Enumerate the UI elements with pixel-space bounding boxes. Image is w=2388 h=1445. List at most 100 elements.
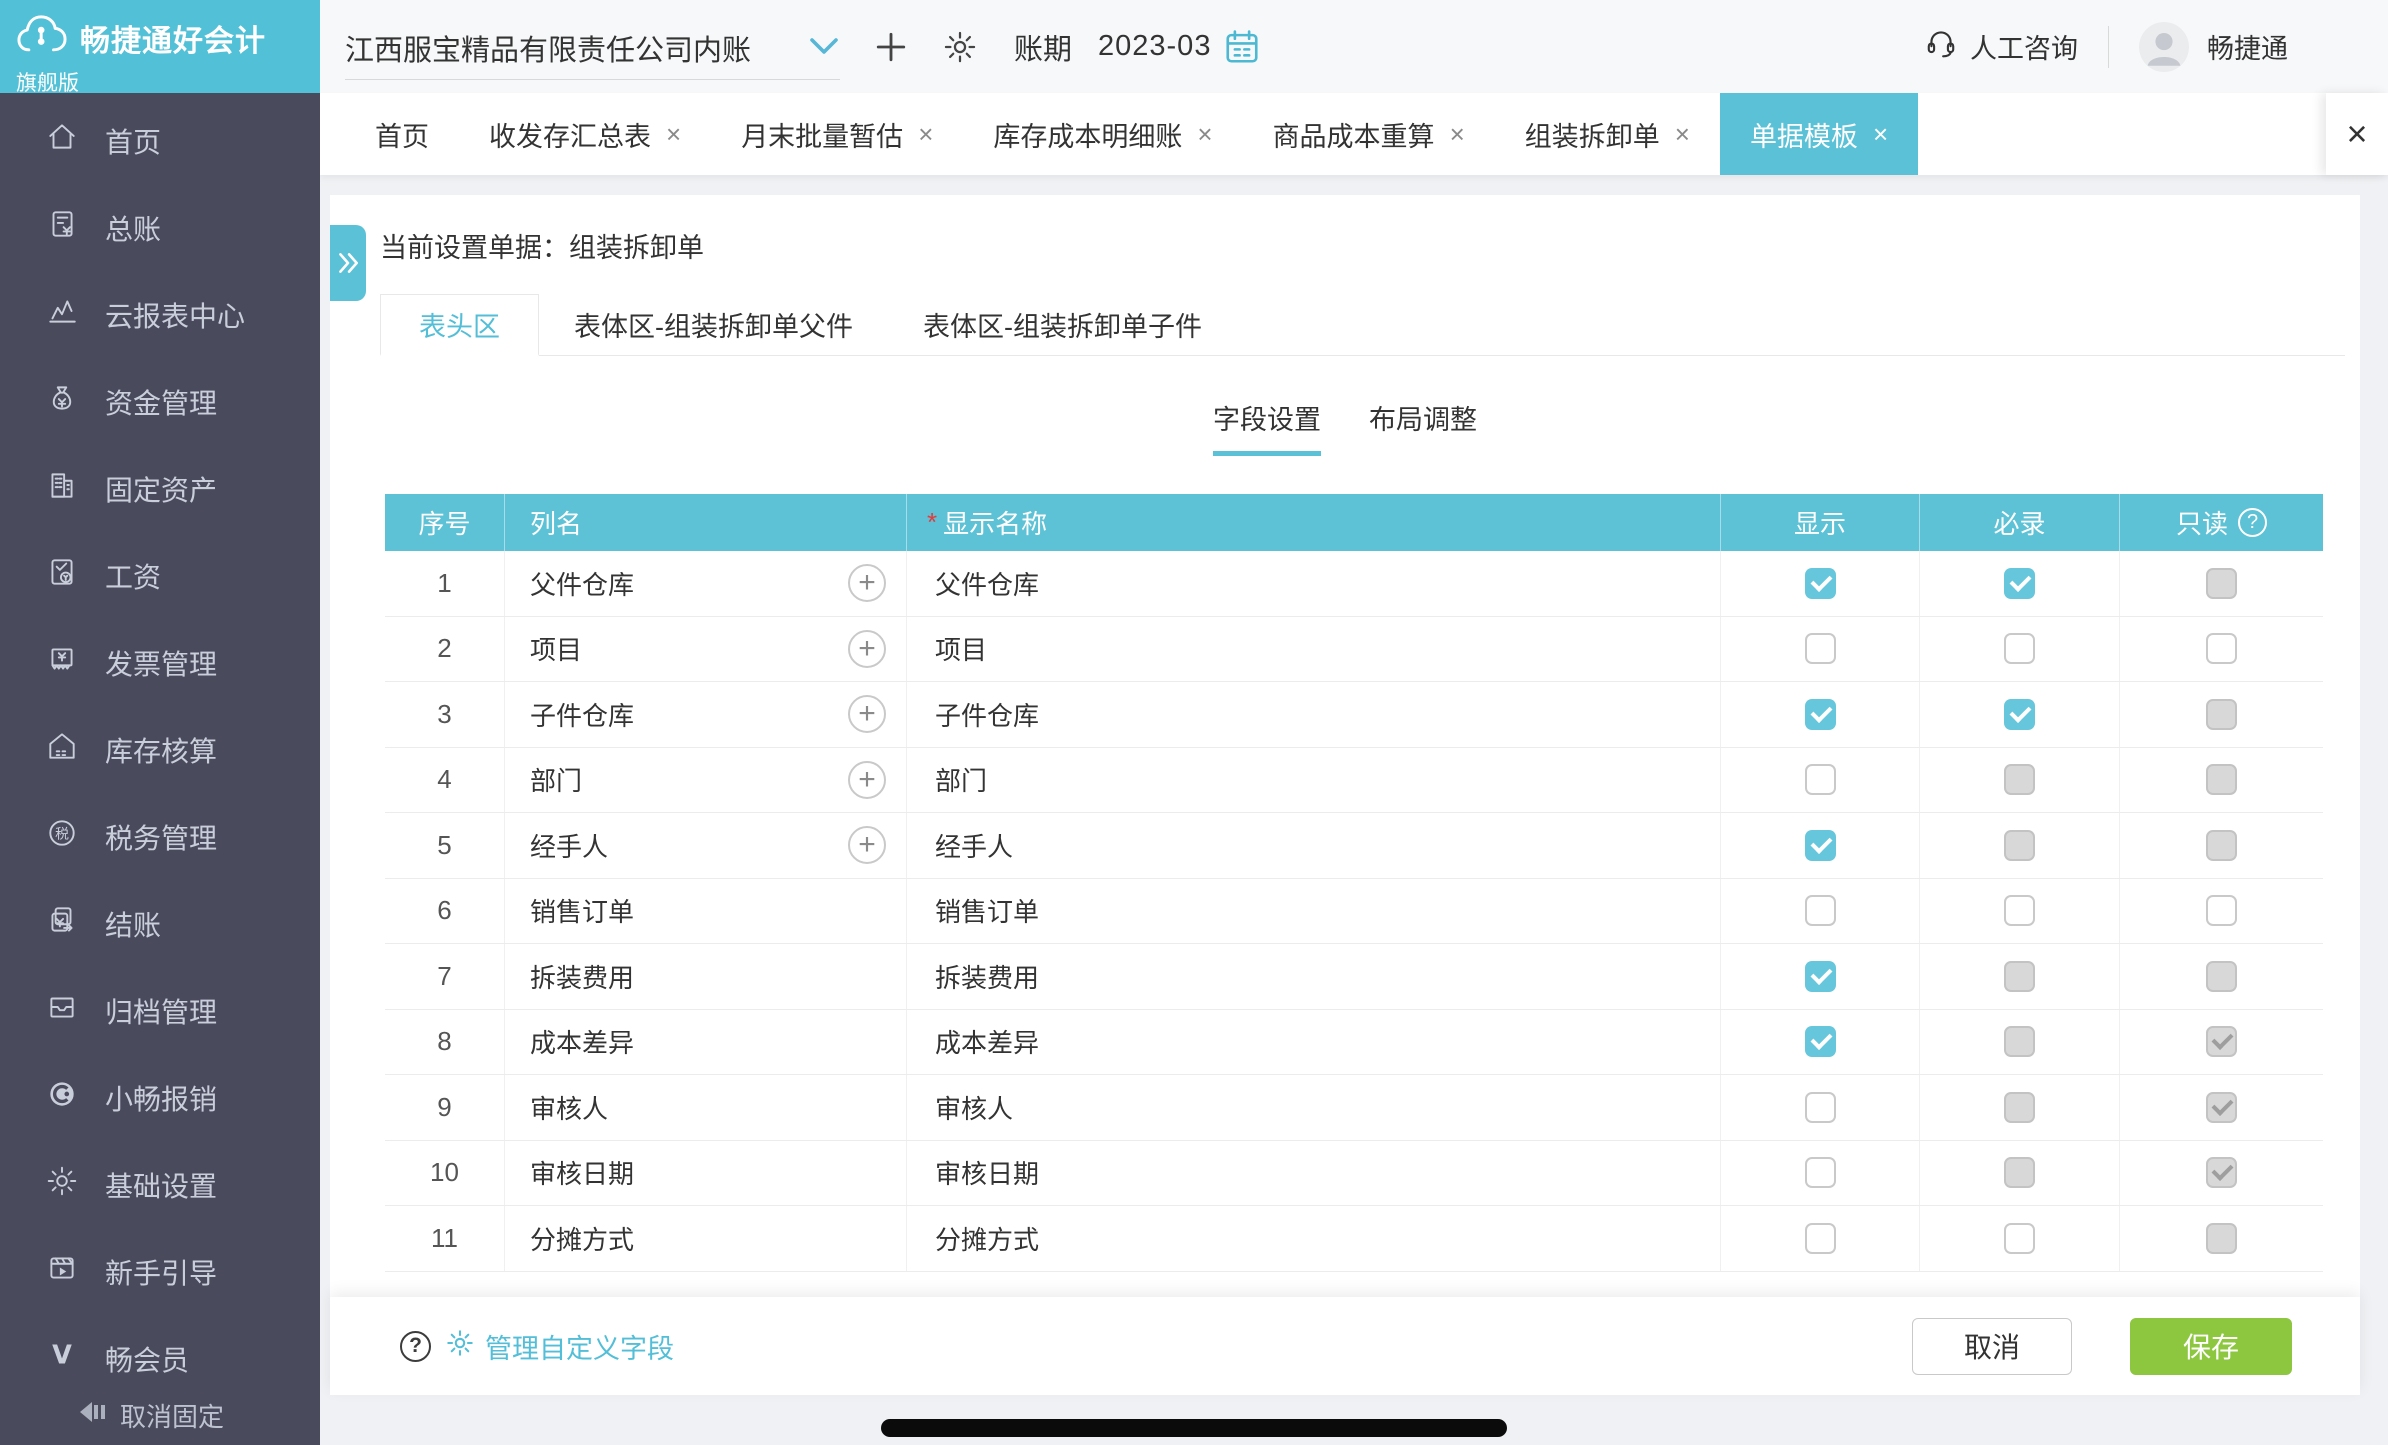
readonly-checkbox[interactable] [2206,1222,2237,1254]
sidebar-item-reimburse[interactable]: 小畅报销 [0,1054,320,1141]
display-name-cell[interactable]: 项目 [907,616,1721,681]
new-account-button[interactable] [874,30,908,64]
tab-body-parent[interactable]: 表体区-组装拆卸单父件 [539,293,888,355]
readonly-checkbox[interactable] [2206,698,2237,730]
settings-gear-icon[interactable] [942,29,978,65]
header-readonly: 只读 ? [2120,494,2323,551]
display-name-cell[interactable]: 分摊方式 [907,1206,1721,1271]
live-support-button[interactable]: 人工咨询 [1924,26,2078,67]
readonly-checkbox[interactable] [2206,1157,2237,1189]
sidebar-item-tax[interactable]: 税 税务管理 [0,793,320,880]
add-field-button[interactable]: + [848,826,886,865]
display-name-cell[interactable]: 审核日期 [907,1140,1721,1205]
required-checkbox[interactable] [2004,633,2035,665]
tab-header-area[interactable]: 表头区 [380,294,539,356]
sidebar-item-inventory[interactable]: 库存核算 [0,706,320,793]
close-tab-icon[interactable]: × [1197,121,1212,147]
display-checkbox[interactable] [1804,567,1836,599]
tab-field-settings[interactable]: 字段设置 [1213,398,1321,456]
sidebar-item-settings[interactable]: 基础设置 [0,1141,320,1228]
close-tab-icon[interactable]: × [918,121,933,147]
sidebar-item-payroll[interactable]: 工资 [0,532,320,619]
company-select[interactable]: 江西服宝精品有限责任公司内账 [345,17,840,80]
avatar[interactable] [2139,21,2189,72]
tab-inout-summary[interactable]: 收发存汇总表 × [459,93,711,175]
sidebar-item-cloud-reports[interactable]: 云报表中心 [0,271,320,358]
required-checkbox[interactable] [2004,567,2035,599]
display-name-cell[interactable]: 拆装费用 [907,944,1721,1009]
display-checkbox[interactable] [1804,895,1836,927]
tab-home[interactable]: 首页 [345,93,459,175]
readonly-checkbox[interactable] [2206,633,2237,665]
tab-inventory-cost-detail[interactable]: 库存成本明细账 × [963,93,1242,175]
required-checkbox[interactable] [2004,764,2035,796]
close-tab-icon[interactable]: × [1450,121,1465,147]
display-checkbox[interactable] [1804,698,1836,730]
cancel-button[interactable]: 取消 [1912,1317,2072,1375]
readonly-checkbox[interactable] [2206,567,2237,599]
display-checkbox[interactable] [1804,829,1836,861]
required-checkbox[interactable] [2004,1026,2035,1058]
display-checkbox[interactable] [1804,764,1836,796]
tab-assembly-order[interactable]: 组装拆卸单 × [1495,93,1720,175]
expand-panel-button[interactable] [330,225,366,301]
readonly-checkbox[interactable] [2206,829,2237,861]
tab-body-child[interactable]: 表体区-组装拆卸单子件 [888,293,1237,355]
required-checkbox[interactable] [2004,1222,2035,1254]
required-checkbox[interactable] [2004,895,2035,927]
display-checkbox[interactable] [1804,1157,1836,1189]
display-name-cell[interactable]: 销售订单 [907,878,1721,943]
close-tab-icon[interactable]: × [1675,121,1690,147]
required-checkbox[interactable] [2004,1157,2035,1189]
display-checkbox[interactable] [1804,960,1836,992]
display-name-cell[interactable]: 子件仓库 [907,682,1721,747]
display-checkbox[interactable] [1804,633,1836,665]
sidebar-item-invoices[interactable]: 发票管理 [0,619,320,706]
sidebar-item-archive[interactable]: 归档管理 [0,967,320,1054]
readonly-checkbox[interactable] [2206,1026,2237,1058]
add-field-button[interactable]: + [848,629,886,668]
add-field-button[interactable]: + [848,564,886,603]
sidebar-item-fixed-assets[interactable]: 固定资产 [0,445,320,532]
sidebar-item-guide[interactable]: 新手引导 [0,1228,320,1315]
tab-label: 收发存汇总表 [489,121,651,152]
sidebar-item-funds[interactable]: 资金管理 [0,358,320,445]
readonly-checkbox[interactable] [2206,764,2237,796]
display-name-cell[interactable]: 成本差异 [907,1009,1721,1074]
add-field-button[interactable]: + [848,695,886,734]
sidebar-item-closing[interactable]: 结账 [0,880,320,967]
tab-cost-recalc[interactable]: 商品成本重算 × [1243,93,1495,175]
display-name-cell[interactable]: 部门 [907,747,1721,812]
display-name-cell[interactable]: 父件仓库 [907,551,1721,616]
required-checkbox[interactable] [2004,829,2035,861]
required-checkbox[interactable] [2004,1091,2035,1123]
tab-month-end-estimate[interactable]: 月末批量暂估 × [711,93,963,175]
tab-document-template[interactable]: 单据模板 × [1719,93,1919,175]
display-checkbox[interactable] [1804,1091,1836,1123]
help-icon[interactable]: ? [400,1330,431,1362]
period-value[interactable]: 2023-03 [1098,30,1211,63]
username[interactable]: 畅捷通 [2207,27,2288,66]
save-button[interactable]: 保存 [2130,1317,2292,1375]
display-checkbox[interactable] [1804,1026,1836,1058]
readonly-checkbox[interactable] [2206,1091,2237,1123]
display-checkbox[interactable] [1804,1222,1836,1254]
required-checkbox[interactable] [2004,698,2035,730]
display-name-cell[interactable]: 经手人 [907,813,1721,878]
readonly-checkbox[interactable] [2206,960,2237,992]
add-field-button[interactable]: + [848,760,886,799]
required-checkbox[interactable] [2004,960,2035,992]
sidebar-item-member[interactable]: Ⅴ 畅会员 [0,1315,320,1402]
manage-custom-fields-link[interactable]: 管理自定义字段 [445,1327,674,1366]
close-tab-icon[interactable]: × [1873,121,1888,147]
help-icon[interactable]: ? [2238,508,2267,537]
calendar-icon[interactable] [1223,28,1261,66]
close-all-tabs-button[interactable]: × [2326,93,2388,175]
readonly-checkbox[interactable] [2206,895,2237,927]
close-tab-icon[interactable]: × [666,121,681,147]
unpin-button[interactable]: 取消固定 [0,1391,320,1439]
tab-layout-adjust[interactable]: 布局调整 [1369,398,1477,456]
sidebar-item-ledger[interactable]: 总账 [0,184,320,271]
sidebar-item-home[interactable]: 首页 [0,97,320,184]
display-name-cell[interactable]: 审核人 [907,1075,1721,1140]
